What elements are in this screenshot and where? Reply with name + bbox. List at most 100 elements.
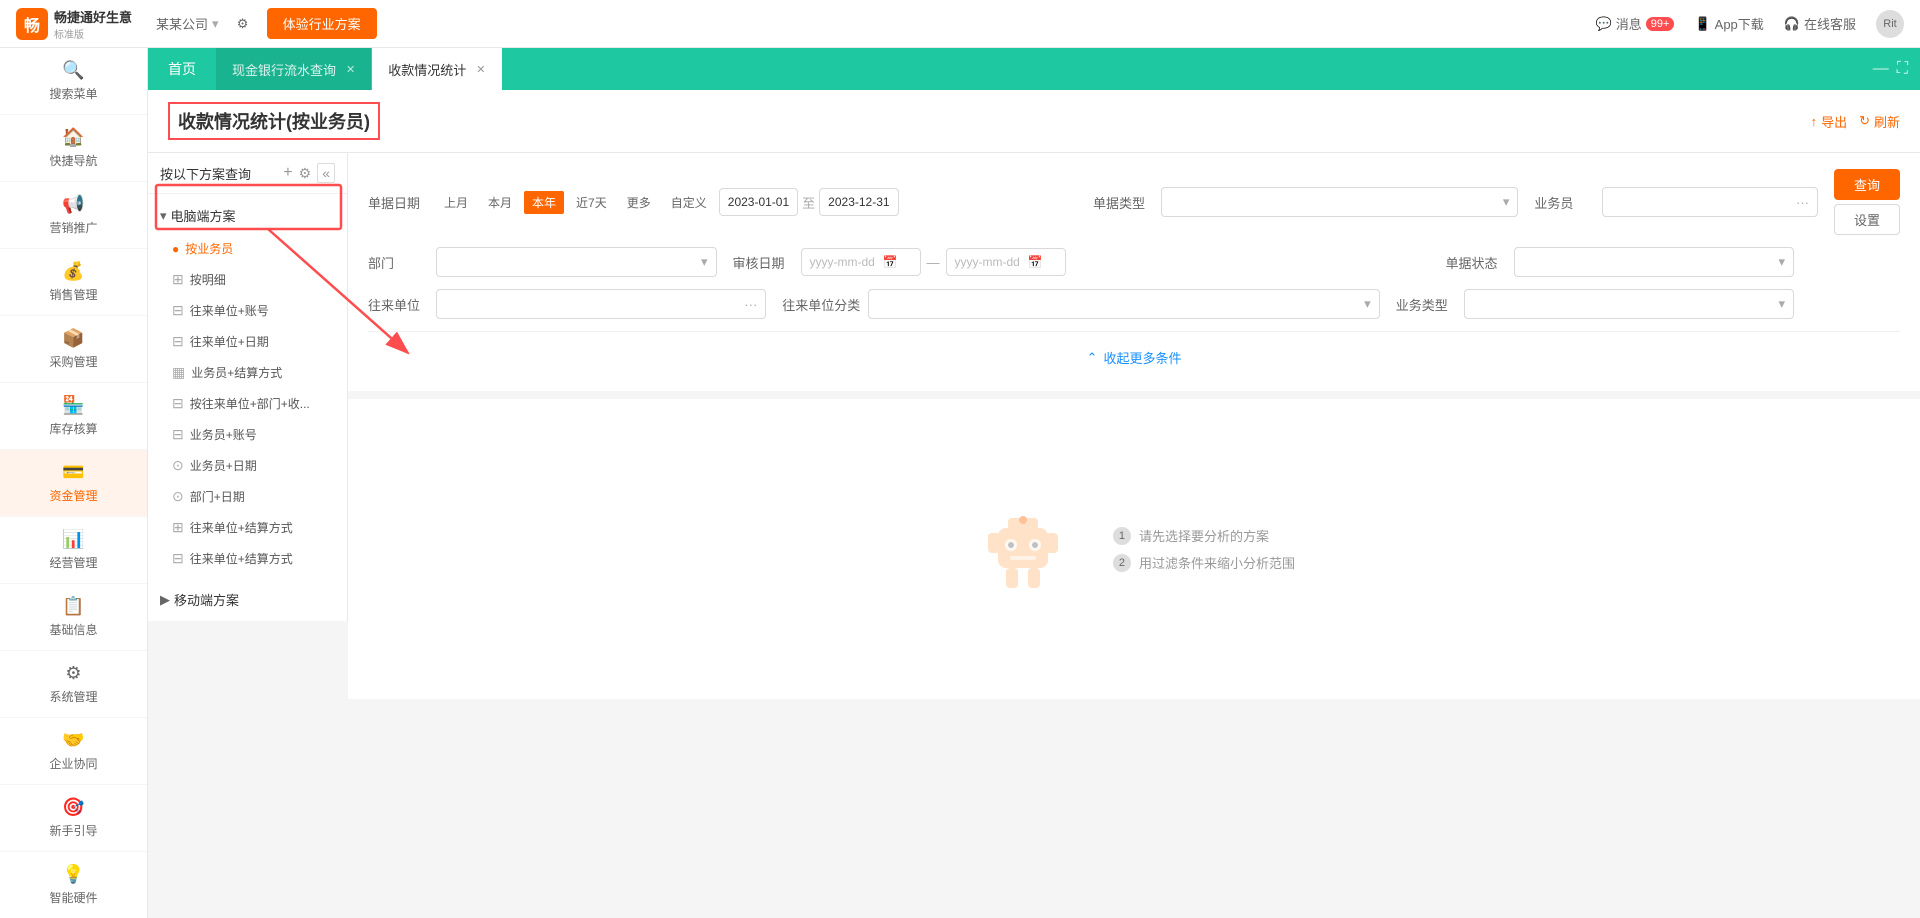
scheme-section-header-desktop[interactable]: ▾ 电脑端方案 — [148, 198, 347, 233]
date-btn-7days[interactable]: 近7天 — [568, 191, 615, 214]
empty-tips: 1 请先选择要分析的方案 2 用过滤条件来缩小分析范围 — [1113, 526, 1295, 572]
collapse-button[interactable]: ⌃ 收起更多条件 — [1079, 340, 1190, 375]
app-download-button[interactable]: 📱 App下载 — [1694, 14, 1763, 33]
sidebar-item-label: 经营管理 — [49, 554, 97, 571]
sidebar-item-marketing[interactable]: 📢 营销推广 — [0, 182, 147, 249]
expand-icon[interactable]: ⛶ — [1897, 60, 1908, 78]
trial-button[interactable]: 体验行业方案 — [267, 8, 377, 39]
sidebar-item-label: 资金管理 — [49, 487, 97, 504]
minimize-icon[interactable]: — — [1873, 60, 1889, 78]
filter-area: 单据日期 上月 本月 本年 近7天 更多 自定义 2023-01-01 — [348, 153, 1920, 391]
scheme-settings-button[interactable]: ⚙ — [299, 165, 312, 182]
sidebar-item-system[interactable]: ⚙ 系统管理 — [0, 651, 147, 718]
scheme-item-unit-dept-recv[interactable]: ⊟ 按往来单位+部门+收... — [148, 388, 347, 419]
biz-type-select[interactable]: ▾ — [1464, 289, 1794, 319]
tab-cash-flow[interactable]: 现金银行流水查询 ✕ — [216, 48, 372, 90]
sidebar: 🔍 搜索菜单 🏠 快捷导航 📢 营销推广 💰 销售管理 📦 采购管理 🏪 库存核… — [0, 48, 148, 918]
refresh-label: 刷新 — [1874, 112, 1900, 131]
scheme-item-dept-date[interactable]: ⊙ 部门+日期 — [148, 481, 347, 512]
salesperson-select[interactable]: ··· — [1602, 187, 1818, 217]
user-info[interactable]: 某某公司 ▾ — [156, 14, 219, 33]
tab-close-icon[interactable]: ✕ — [476, 63, 485, 76]
counterpart-select[interactable]: ··· — [436, 289, 766, 319]
sidebar-item-management[interactable]: 📊 经营管理 — [0, 517, 147, 584]
system-icon: ⚙ — [65, 663, 81, 684]
action-buttons: 查询 设置 — [1834, 169, 1900, 235]
calendar-icon: 📅 — [1028, 255, 1043, 269]
refresh-button[interactable]: ↻ 刷新 — [1859, 112, 1900, 131]
scheme-collapse-button[interactable]: « — [317, 163, 335, 183]
scheme-item-by-salesperson[interactable]: ● 按业务员 — [148, 233, 347, 264]
scheme-item-detail[interactable]: ⊞ 按明细 — [148, 264, 347, 295]
scheme-item-salesperson-settle[interactable]: ▦ 业务员+结算方式 — [148, 357, 347, 388]
tip-label-2: 用过滤条件来缩小分析范围 — [1139, 553, 1295, 572]
online-service-label: 在线客服 — [1804, 14, 1856, 33]
sidebar-item-guide[interactable]: 🎯 新手引导 — [0, 785, 147, 852]
sidebar-item-sales[interactable]: 💰 销售管理 — [0, 249, 147, 316]
settings-button[interactable]: ⚙ — [227, 8, 259, 40]
sidebar-item-collab[interactable]: 🤝 企业协同 — [0, 718, 147, 785]
doc-type-label: 单据类型 — [1093, 193, 1153, 212]
doc-status-select[interactable]: ▾ — [1514, 247, 1795, 277]
counterpart-type-select[interactable]: ▾ — [868, 289, 1379, 319]
date-btn-this-month[interactable]: 本月 — [480, 191, 520, 214]
tab-home[interactable]: 首页 — [148, 48, 216, 90]
sidebar-item-label: 库存核算 — [49, 420, 97, 437]
review-date-from[interactable]: yyyy-mm-dd 📅 — [801, 248, 921, 276]
tab-close-icon[interactable]: ✕ — [346, 63, 355, 76]
sidebar-item-hardware[interactable]: 💡 智能硬件 — [0, 852, 147, 918]
settings-button-filter[interactable]: 设置 — [1834, 204, 1900, 235]
scheme-item-unit-account[interactable]: ⊟ 往来单位+账号 — [148, 295, 347, 326]
scheme-section-header-mobile[interactable]: ▶ 移动端方案 — [148, 582, 347, 617]
scheme-item-label: 往来单位+结算方式 — [190, 519, 293, 536]
scheme-item-salesperson-account[interactable]: ⊟ 业务员+账号 — [148, 419, 347, 450]
date-from-input[interactable]: 2023-01-01 — [719, 188, 798, 216]
scheme-item-unit-settle2[interactable]: ⊟ 往来单位+结算方式 — [148, 543, 347, 574]
app-name: 畅捷通好生意 — [54, 7, 132, 26]
sidebar-item-purchase[interactable]: 📦 采购管理 — [0, 316, 147, 383]
date-btn-this-year[interactable]: 本年 — [524, 191, 564, 214]
date-to-input[interactable]: 2023-12-31 — [819, 188, 898, 216]
export-button[interactable]: ↑ 导出 — [1811, 112, 1848, 131]
scheme-item-unit-date[interactable]: ⊟ 往来单位+日期 — [148, 326, 347, 357]
message-icon: 💬 — [1596, 16, 1612, 32]
sidebar-item-quicknav[interactable]: 🏠 快捷导航 — [0, 115, 147, 182]
home-icon: 🏠 — [62, 127, 84, 148]
scheme-panel-wrapper: 按以下方案查询 + ⚙ « ▾ 电脑端方案 — [148, 153, 348, 918]
doc-type-select[interactable]: ▾ — [1161, 187, 1518, 217]
scheme-item-salesperson-date[interactable]: ⊙ 业务员+日期 — [148, 450, 347, 481]
scheme-add-button[interactable]: + — [283, 164, 292, 182]
sidebar-item-inventory[interactable]: 🏪 库存核算 — [0, 383, 147, 450]
sidebar-item-finance[interactable]: 💳 资金管理 — [0, 450, 147, 517]
tab-spacer — [502, 48, 1860, 90]
messages-button[interactable]: 💬 消息 99+ — [1596, 14, 1675, 33]
scheme-item-label: 往来单位+账号 — [190, 302, 269, 319]
dropdown-icon: ▾ — [1503, 194, 1510, 210]
scheme-item-label: 业务员+结算方式 — [191, 364, 282, 381]
tab-receipt-stats[interactable]: 收款情况统计 ✕ — [372, 48, 502, 90]
counterpart-type-label: 往来单位分类 — [782, 295, 860, 314]
review-date-group: yyyy-mm-dd 📅 — yyyy-mm-dd 📅 — [801, 248, 1066, 276]
review-date-to[interactable]: yyyy-mm-dd 📅 — [946, 248, 1066, 276]
dept-select[interactable]: ▾ — [436, 247, 717, 277]
collapse-section: ⌃ 收起更多条件 — [368, 331, 1900, 375]
online-service-button[interactable]: 🎧 在线客服 — [1784, 14, 1856, 33]
query-button[interactable]: 查询 — [1834, 169, 1900, 200]
marketing-icon: 📢 — [62, 194, 84, 215]
export-icon: ↑ — [1811, 114, 1818, 129]
sidebar-item-label: 企业协同 — [49, 755, 97, 772]
sidebar-item-basic-info[interactable]: 📋 基础信息 — [0, 584, 147, 651]
date-btn-custom[interactable]: 自定义 — [663, 191, 715, 214]
date-btn-more[interactable]: 更多 — [619, 191, 659, 214]
filter-item-doc-status: 单据状态 ▾ — [1446, 247, 1795, 277]
app-logo: 畅 畅捷通好生意 标准版 — [16, 7, 132, 41]
sidebar-item-label: 新手引导 — [49, 822, 97, 839]
section-collapse-icon: ▾ — [160, 208, 167, 224]
user-dropdown-icon: ▾ — [212, 16, 219, 32]
scheme-item-unit-settle1[interactable]: ⊞ 往来单位+结算方式 — [148, 512, 347, 543]
download-icon: 📱 — [1694, 16, 1710, 32]
date-btn-last-month[interactable]: 上月 — [436, 191, 476, 214]
scheme-section-mobile: ▶ 移动端方案 — [148, 578, 347, 621]
sidebar-item-search[interactable]: 🔍 搜索菜单 — [0, 48, 147, 115]
user-avatar[interactable]: Rit — [1876, 10, 1904, 38]
